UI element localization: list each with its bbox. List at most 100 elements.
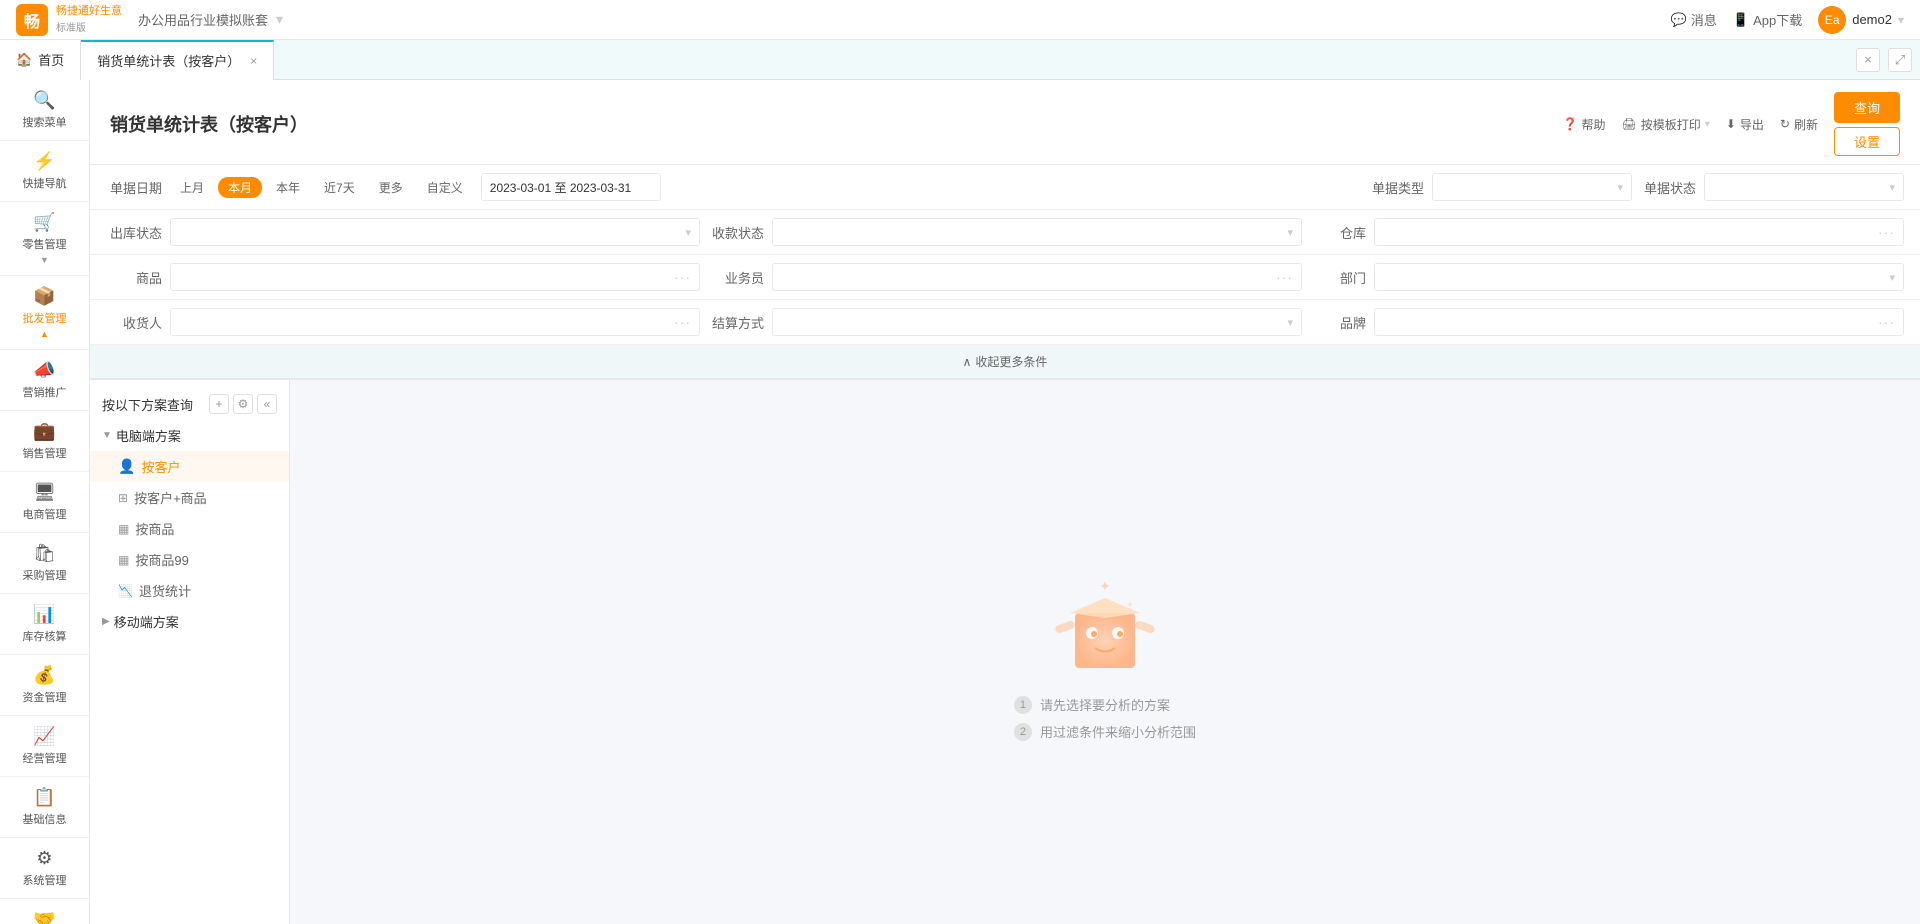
dept-input[interactable] <box>1383 270 1889 284</box>
brand-control[interactable]: ··· <box>1374 308 1904 336</box>
goods-input[interactable] <box>179 270 674 284</box>
sidebar-item-corp[interactable]: 🤝 企业协同 <box>0 899 89 924</box>
print-button[interactable]: 🖨 按模板打印 ▾ <box>1622 116 1710 133</box>
by-customer-label: 按客户 <box>141 457 180 476</box>
user-menu[interactable]: Ea demo2 ▾ <box>1818 6 1904 34</box>
scheme-item-return-stats[interactable]: 📉 退货统计 <box>90 575 289 606</box>
sidebar-item-retail[interactable]: 🛒 零售管理 ▼ <box>0 202 89 276</box>
system-title-dropdown-icon[interactable]: ▾ <box>276 11 283 28</box>
message-label: 消息 <box>1691 10 1717 29</box>
salesperson-control[interactable]: ··· <box>772 263 1302 291</box>
scheme-collapse-button[interactable]: « <box>257 394 277 414</box>
date-btn-more[interactable]: 更多 <box>369 177 413 198</box>
doc-status-input[interactable] <box>1713 180 1889 194</box>
message-button[interactable]: 💬 消息 <box>1671 10 1717 29</box>
consignee-label: 收货人 <box>106 313 162 332</box>
sidebar-item-ops-label: 经营管理 <box>23 750 67 766</box>
receipt-status-input[interactable] <box>781 225 1287 239</box>
tab-close-icon[interactable]: × <box>250 54 257 68</box>
sidebar-item-ops[interactable]: 📈 经营管理 <box>0 716 89 777</box>
print-icon: 🖨 <box>1622 117 1637 131</box>
print-dropdown-icon: ▾ <box>1705 119 1710 130</box>
help-label: 帮助 <box>1582 116 1606 133</box>
consignee-control[interactable]: ··· <box>170 308 700 336</box>
retail-icon: 🛒 <box>33 212 55 233</box>
tab-expand-button[interactable]: ⤢ <box>1888 48 1912 72</box>
settings-button[interactable]: 设置 <box>1834 127 1900 156</box>
sidebar-item-basic[interactable]: 📋 基础信息 <box>0 777 89 838</box>
sidebar-item-marketing-label: 营销推广 <box>23 384 67 400</box>
refresh-button[interactable]: ↻ 刷新 <box>1780 116 1818 133</box>
app-download-button[interactable]: 📱 App下载 <box>1733 10 1802 29</box>
help-button[interactable]: ❓ 帮助 <box>1563 116 1606 133</box>
date-btn-7days[interactable]: 近7天 <box>314 177 365 198</box>
tabbar: 🏠 首页 销货单统计表（按客户） × × ⤢ <box>0 40 1920 80</box>
scheme-settings-button[interactable]: ⚙ <box>233 394 253 414</box>
sidebar-item-ecom[interactable]: 🖥 电商管理 <box>0 472 89 533</box>
doc-status-control[interactable]: ▾ <box>1704 173 1904 201</box>
export-button[interactable]: ⬇ 导出 <box>1726 116 1764 133</box>
goods-control[interactable]: ··· <box>170 263 700 291</box>
sidebar-item-purchase[interactable]: 🛍 采购管理 <box>0 533 89 594</box>
sidebar-item-marketing[interactable]: 📣 营销推广 <box>0 350 89 411</box>
sidebar-item-inventory-label: 库存核算 <box>23 628 67 644</box>
scheme-item-by-goods99[interactable]: ▦ 按商品99 <box>90 544 289 575</box>
consignee-input[interactable] <box>179 315 674 329</box>
page-header: 销货单统计表（按客户） ❓ 帮助 🖨 按模板打印 ▾ ⬇ 导出 ↻ 刷新 <box>90 80 1920 165</box>
dept-label: 部门 <box>1310 268 1366 287</box>
date-range-input[interactable]: 2023-03-01 至 2023-03-31 <box>481 173 661 201</box>
date-btn-custom[interactable]: 自定义 <box>417 177 473 198</box>
salesperson-input[interactable] <box>781 270 1276 284</box>
out-status-input[interactable] <box>179 225 685 239</box>
out-status-control[interactable]: ▾ <box>170 218 700 246</box>
svg-text:✦: ✦ <box>1099 578 1111 594</box>
date-btn-this-month[interactable]: 本月 <box>218 177 262 198</box>
scheme-panel-actions: + ⚙ « <box>209 394 277 414</box>
sidebar-item-inventory[interactable]: 📊 库存核算 <box>0 594 89 655</box>
sidebar-item-quicknav-label: 快捷导航 <box>23 175 67 191</box>
scheme-item-by-customer[interactable]: 👤 按客户 <box>90 451 289 482</box>
sidebar-item-system[interactable]: ⚙ 系统管理 <box>0 838 89 899</box>
return-stats-icon: 📉 <box>118 584 133 598</box>
sidebar-item-wholesale[interactable]: 📦 批发管理 ▲ <box>0 276 89 350</box>
scheme-add-button[interactable]: + <box>209 394 229 414</box>
sidebar-item-quicknav[interactable]: ⚡ 快捷导航 <box>0 141 89 202</box>
sidebar-item-sales[interactable]: 💼 销售管理 <box>0 411 89 472</box>
tab-close-all-button[interactable]: × <box>1856 48 1880 72</box>
quicknav-icon: ⚡ <box>33 151 55 172</box>
receipt-status-control[interactable]: ▾ <box>772 218 1302 246</box>
sidebar: 🔍 搜索菜单 ⚡ 快捷导航 🛒 零售管理 ▼ 📦 批发管理 ▲ 📣 营销推广 💼… <box>0 80 90 924</box>
scheme-group-header-mobile[interactable]: ▶ 移动端方案 <box>90 606 289 637</box>
settlement-control[interactable]: ▾ <box>772 308 1302 336</box>
export-label: 导出 <box>1740 116 1764 133</box>
query-button[interactable]: 查询 <box>1834 92 1900 123</box>
refresh-icon: ↻ <box>1780 117 1790 131</box>
salesperson-label: 业务员 <box>708 268 764 287</box>
ecom-icon: 🖥 <box>33 482 56 503</box>
doc-type-control[interactable]: ▾ <box>1432 173 1632 201</box>
doc-status-label: 单据状态 <box>1640 178 1696 197</box>
scheme-item-by-customer-goods[interactable]: ⊞ 按客户+商品 <box>90 482 289 513</box>
settlement-input[interactable] <box>781 315 1287 329</box>
topbar: 畅 畅捷通好生意 标准版 办公用品行业模拟账套 ▾ 💬 消息 📱 App下载 E… <box>0 0 1920 40</box>
desktop-group-arrow-icon: ▼ <box>102 430 112 441</box>
sidebar-item-sales-label: 销售管理 <box>23 445 67 461</box>
tab-sales-stats[interactable]: 销货单统计表（按客户） × <box>81 40 274 80</box>
home-icon: 🏠 <box>16 52 32 68</box>
results-area: ✦ ✦ 1 请先选择要分析的方案 2 用过滤条件来缩小分析范围 <box>290 380 1920 924</box>
scheme-item-by-goods[interactable]: ▦ 按商品 <box>90 513 289 544</box>
corp-icon: 🤝 <box>33 909 55 924</box>
filter-row-3: 商品 ··· 业务员 ··· 部门 ▾ <box>90 255 1920 300</box>
collapse-bar[interactable]: ∧ 收起更多条件 <box>90 345 1920 379</box>
date-btn-last-month[interactable]: 上月 <box>170 177 214 198</box>
warehouse-input[interactable] <box>1383 225 1878 239</box>
date-btn-this-year[interactable]: 本年 <box>266 177 310 198</box>
sidebar-item-finance[interactable]: 💰 资金管理 <box>0 655 89 716</box>
scheme-group-header-desktop[interactable]: ▼ 电脑端方案 <box>90 420 289 451</box>
warehouse-control[interactable]: ··· <box>1374 218 1904 246</box>
sidebar-item-search[interactable]: 🔍 搜索菜单 <box>0 80 89 141</box>
doc-type-input[interactable] <box>1441 180 1617 194</box>
brand-input[interactable] <box>1383 315 1878 329</box>
dept-control[interactable]: ▾ <box>1374 263 1904 291</box>
tab-home[interactable]: 🏠 首页 <box>0 40 81 80</box>
